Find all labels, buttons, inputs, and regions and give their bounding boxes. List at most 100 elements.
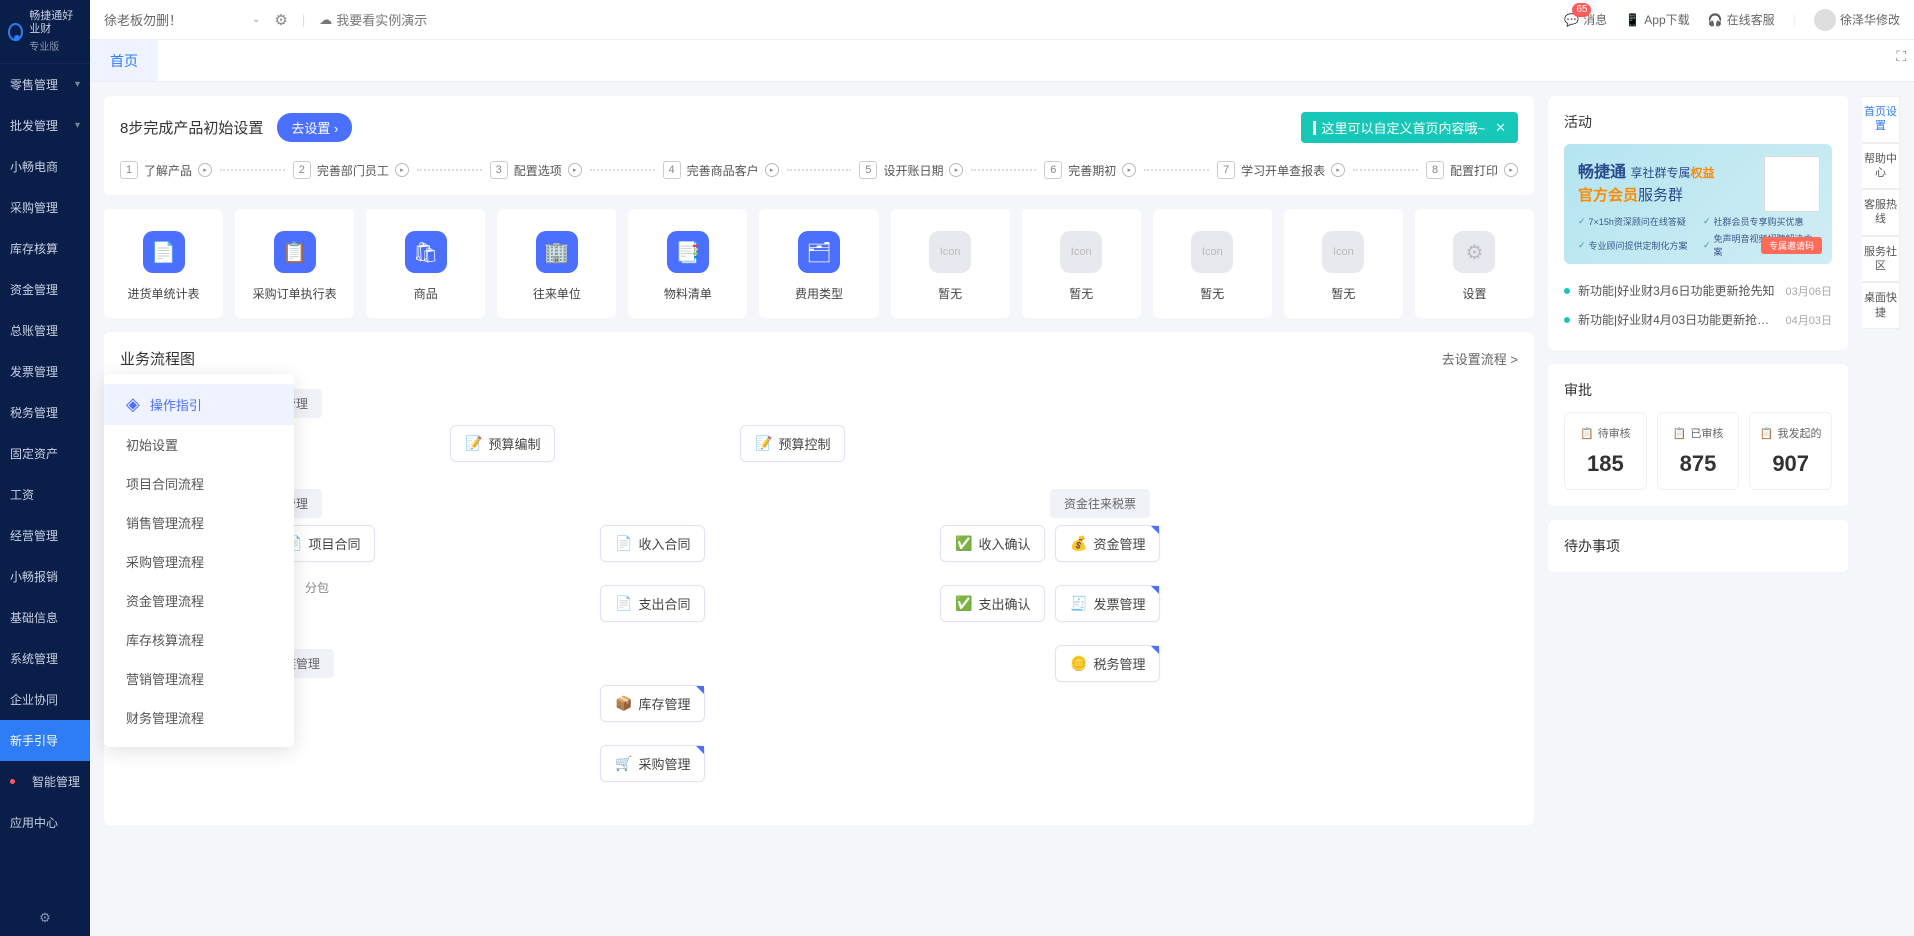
shortcut-icon: ⚙ <box>1453 231 1495 273</box>
shortcut-2[interactable]: 🛍商品 <box>366 209 485 318</box>
play-icon: ▸ <box>949 163 963 177</box>
sidebar-item-2[interactable]: 小畅电商 <box>0 146 90 187</box>
gear-icon[interactable]: ⚙ <box>274 11 287 29</box>
sidebar-item-11[interactable]: 经营管理 <box>0 515 90 556</box>
sidebar-item-18[interactable]: 应用中心 <box>0 802 90 843</box>
user-menu[interactable]: 徐泽华修改 <box>1814 9 1900 31</box>
shortcuts: 📄进货单统计表📋采购订单执行表🛍商品🏢往来单位📑物料清单🗂费用类型Icon暂无I… <box>104 209 1534 318</box>
demo-link[interactable]: ☁ 我要看实例演示 <box>319 10 427 29</box>
sidebar-item-6[interactable]: 总账管理 <box>0 310 90 351</box>
shortcut-1[interactable]: 📋采购订单执行表 <box>235 209 354 318</box>
popup-item-6[interactable]: 营销管理流程 <box>104 659 294 698</box>
sidebar-item-17[interactable]: 智能管理 <box>0 761 90 802</box>
rail-item-4[interactable]: 桌面快捷 <box>1862 282 1900 329</box>
rail-item-3[interactable]: 服务社区 <box>1862 236 1900 283</box>
setup-step-3[interactable]: 3配置选项▸ <box>490 161 582 179</box>
rail-item-0[interactable]: 首页设置 <box>1862 96 1900 143</box>
play-icon: ▸ <box>1331 163 1345 177</box>
flow-node-purchase[interactable]: 🛒采购管理 <box>600 745 705 782</box>
shortcut-8[interactable]: Icon暂无 <box>1153 209 1272 318</box>
setup-step-4[interactable]: 4完善商品客户▸ <box>663 161 779 179</box>
flow-node-budget-control[interactable]: 📝预算控制 <box>740 425 845 462</box>
tab-home[interactable]: 首页 <box>90 40 158 81</box>
message-button[interactable]: 💬 消息 65 <box>1564 11 1607 28</box>
sidebar-item-12[interactable]: 小畅报销 <box>0 556 90 597</box>
sidebar-item-15[interactable]: 企业协同 <box>0 679 90 720</box>
setup-step-2[interactable]: 2完善部门员工▸ <box>293 161 409 179</box>
chevron-down-icon: ▾ <box>75 79 80 90</box>
popup-item-5[interactable]: 库存核算流程 <box>104 620 294 659</box>
shortcut-6[interactable]: Icon暂无 <box>891 209 1010 318</box>
flow-node-budget-compile[interactable]: 📝预算编制 <box>450 425 555 462</box>
shortcut-10[interactable]: ⚙设置 <box>1415 209 1534 318</box>
setup-step-8[interactable]: 8配置打印▸ <box>1426 161 1518 179</box>
approval-card-1[interactable]: 📋已审核875 <box>1657 412 1740 490</box>
popup-item-4[interactable]: 资金管理流程 <box>104 581 294 620</box>
flow-node-expense-contract[interactable]: 📄支出合同 <box>600 585 705 622</box>
app-download-button[interactable]: 📱 App下载 <box>1625 11 1689 28</box>
flow-node-expense-confirm[interactable]: ✅支出确认 <box>940 585 1045 622</box>
setup-step-1[interactable]: 1了解产品▸ <box>120 161 212 179</box>
popup-item-3[interactable]: 采购管理流程 <box>104 542 294 581</box>
sidebar-item-13[interactable]: 基础信息 <box>0 597 90 638</box>
popup-item-7[interactable]: 财务管理流程 <box>104 698 294 737</box>
todo-title: 待办事项 <box>1564 536 1832 556</box>
approval-card-0[interactable]: 📋待审核185 <box>1564 412 1647 490</box>
popup-item-1[interactable]: 项目合同流程 <box>104 464 294 503</box>
approval-panel: 审批 📋待审核185📋已审核875📋我发起的907 <box>1548 364 1848 506</box>
shortcut-4[interactable]: 📑物料清单 <box>628 209 747 318</box>
flow-node-tax-mgmt[interactable]: 🪙税务管理 <box>1055 645 1160 682</box>
popup-item-0[interactable]: 初始设置 <box>104 425 294 464</box>
sidebar-item-16[interactable]: 新手引导 <box>0 720 90 761</box>
flow-tag-funds: 资金往来税票 <box>1050 489 1150 518</box>
sidebar-settings-icon[interactable]: ⚙ <box>0 900 90 936</box>
setup-step-5[interactable]: 5设开账日期▸ <box>859 161 963 179</box>
sidebar-item-3[interactable]: 采购管理 <box>0 187 90 228</box>
shortcut-5[interactable]: 🗂费用类型 <box>759 209 878 318</box>
topbar: 徐老板勿删！ ⌄ ⚙ | ☁ 我要看实例演示 💬 消息 65 📱 App下载 <box>90 0 1914 40</box>
flow-node-income-contract[interactable]: 📄收入合同 <box>600 525 705 562</box>
setup-step-6[interactable]: 6完善期初▸ <box>1044 161 1136 179</box>
online-service-button[interactable]: 🎧 在线客服 <box>1708 11 1775 28</box>
popup-guide-header[interactable]: ◈ 操作指引 <box>104 384 294 425</box>
sidebar-item-7[interactable]: 发票管理 <box>0 351 90 392</box>
flow-node-income-confirm[interactable]: ✅收入确认 <box>940 525 1045 562</box>
activity-panel: 活动 畅捷通 享社群专属权益 官方会员服务群 7×15h资深顾问在线答疑社群会员… <box>1548 96 1848 350</box>
money-icon: 💰 <box>1070 535 1087 552</box>
flow-node-inventory[interactable]: 📦库存管理 <box>600 685 705 722</box>
approval-card-2[interactable]: 📋我发起的907 <box>1749 412 1832 490</box>
sidebar-item-0[interactable]: 零售管理▾ <box>0 64 90 105</box>
rail-item-1[interactable]: 帮助中心 <box>1862 143 1900 190</box>
shortcut-3[interactable]: 🏢往来单位 <box>497 209 616 318</box>
bullet-icon <box>1564 288 1570 294</box>
news-item-1[interactable]: 新功能|好业财4月03日功能更新抢先知04月03日 <box>1564 305 1832 334</box>
sidebar-item-14[interactable]: 系统管理 <box>0 638 90 679</box>
sidebar-item-5[interactable]: 资金管理 <box>0 269 90 310</box>
cloud-icon: ☁ <box>319 12 332 28</box>
flow-node-funds-mgmt[interactable]: 💰资金管理 <box>1055 525 1160 562</box>
sidebar-item-9[interactable]: 固定资产 <box>0 433 90 474</box>
org-selector[interactable]: 徐老板勿删！ ⌄ <box>104 10 260 29</box>
sidebar-item-1[interactable]: 批发管理▾ <box>0 105 90 146</box>
sidebar-item-10[interactable]: 工资 <box>0 474 90 515</box>
shortcut-0[interactable]: 📄进货单统计表 <box>104 209 223 318</box>
flow-node-invoice-mgmt[interactable]: 🧾发票管理 <box>1055 585 1160 622</box>
close-tip-icon[interactable]: ✕ <box>1495 120 1506 136</box>
activity-news-list: 新功能|好业财3月6日功能更新抢先知03月06日新功能|好业财4月03日功能更新… <box>1564 276 1832 334</box>
popup-item-2[interactable]: 销售管理流程 <box>104 503 294 542</box>
go-setup-button[interactable]: 去设置 › <box>277 113 352 142</box>
sidebar-item-4[interactable]: 库存核算 <box>0 228 90 269</box>
shortcut-7[interactable]: Icon暂无 <box>1022 209 1141 318</box>
shortcut-icon: 📋 <box>274 231 316 273</box>
clipboard-icon: 📋 <box>1673 427 1687 440</box>
news-item-0[interactable]: 新功能|好业财3月6日功能更新抢先知03月06日 <box>1564 276 1832 305</box>
shortcut-icon: 🗂 <box>798 231 840 273</box>
fullscreen-icon[interactable]: ⛶ <box>1896 48 1906 65</box>
setup-step-7[interactable]: 7学习开单查报表▸ <box>1217 161 1345 179</box>
sidebar-item-8[interactable]: 税务管理 <box>0 392 90 433</box>
rail-item-2[interactable]: 客服热线 <box>1862 189 1900 236</box>
activity-banner[interactable]: 畅捷通 享社群专属权益 官方会员服务群 7×15h资深顾问在线答疑社群会员专享购… <box>1564 144 1832 264</box>
approval-title: 审批 <box>1564 380 1832 400</box>
flow-settings-link[interactable]: 去设置流程 > <box>1442 349 1518 368</box>
shortcut-9[interactable]: Icon暂无 <box>1284 209 1403 318</box>
